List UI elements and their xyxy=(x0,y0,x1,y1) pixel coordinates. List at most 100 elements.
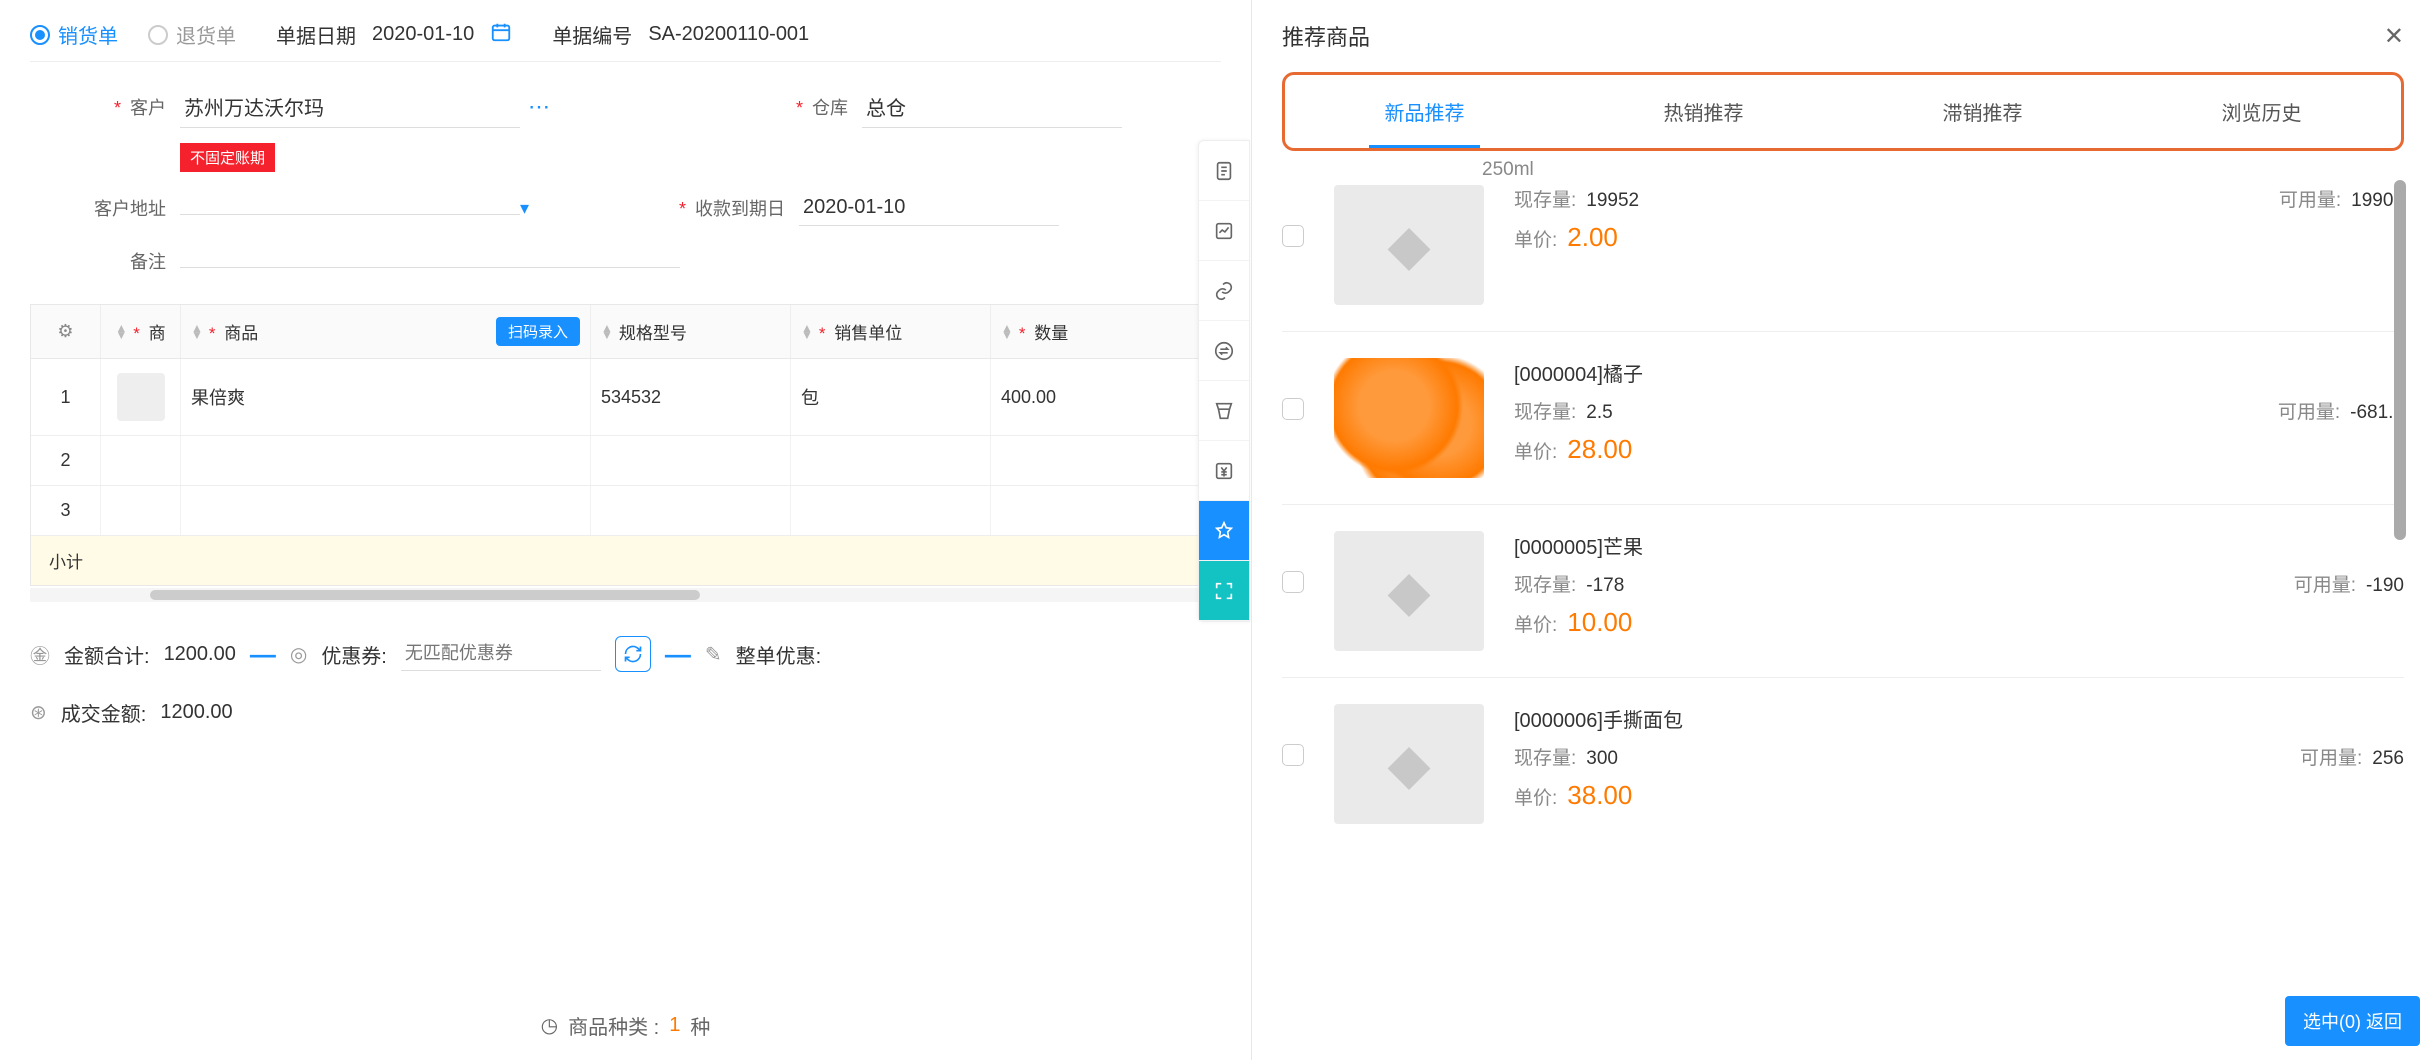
col-settings[interactable]: ⚙ xyxy=(31,305,101,358)
coupon-label: 优惠券: xyxy=(321,640,387,669)
sort-icon: ▲▼ xyxy=(191,325,203,339)
stock-value: -178 xyxy=(1586,575,1624,596)
doc-date-value[interactable]: 2020-01-10 xyxy=(372,23,474,46)
doc-header-row: 销货单 退货单 单据日期 2020-01-10 单据编号 SA-20200110… xyxy=(30,20,1221,62)
price-value: 2.00 xyxy=(1567,222,1618,252)
close-icon[interactable]: ✕ xyxy=(2384,22,2404,51)
coupon-icon: ◎ xyxy=(290,642,307,667)
discount-icon: ✎ xyxy=(705,642,722,667)
tab-hot[interactable]: 热销推荐 xyxy=(1564,75,1843,148)
rail-receive-icon[interactable] xyxy=(1199,381,1249,441)
scrollbar-thumb[interactable] xyxy=(150,590,700,600)
list-item: [0000004]橘子 现存量:2.5 可用量:-681.5 单价:28.00 xyxy=(1282,332,2404,505)
refresh-coupon-button[interactable] xyxy=(615,636,651,672)
price-value: 38.00 xyxy=(1567,780,1632,810)
product-image-placeholder: ◆ xyxy=(1334,704,1484,824)
rail-favorite-icon[interactable] xyxy=(1199,501,1249,561)
address-label: 客户地址 xyxy=(30,195,180,221)
sales-order-form: 销货单 退货单 单据日期 2020-01-10 单据编号 SA-20200110… xyxy=(0,0,1251,1060)
rail-expand-icon[interactable] xyxy=(1199,561,1249,621)
deal-value: 1200.00 xyxy=(160,701,232,724)
rail-chart-icon[interactable] xyxy=(1199,201,1249,261)
price-label: 单价: xyxy=(1514,230,1557,251)
tab-slow[interactable]: 滞销推荐 xyxy=(1843,75,2122,148)
row-qty[interactable]: 400.00 xyxy=(991,359,1131,435)
recommend-header: 推荐商品 ✕ xyxy=(1252,0,2434,72)
tab-new[interactable]: 新品推荐 xyxy=(1285,75,1564,148)
total-label: 金额合计: xyxy=(64,640,150,669)
calendar-icon[interactable] xyxy=(490,21,512,49)
col-product[interactable]: ▲▼商品扫码录入 xyxy=(181,305,591,358)
product-image-placeholder: ◆ xyxy=(1334,185,1484,305)
radio-label: 退货单 xyxy=(176,20,236,49)
deal-label: 成交金额: xyxy=(61,698,147,727)
row-index: 1 xyxy=(31,359,101,435)
dash-icon: — xyxy=(250,639,276,670)
recommend-panel: 推荐商品 ✕ 新品推荐 热销推荐 滞销推荐 浏览历史 250ml ◆ 现存量:1… xyxy=(1251,0,2434,1060)
rail-swap-icon[interactable] xyxy=(1199,321,1249,381)
price-value: 10.00 xyxy=(1567,607,1632,637)
col-spec[interactable]: ▲▼规格型号 xyxy=(591,305,791,358)
scan-entry-button[interactable]: 扫码录入 xyxy=(496,317,580,346)
item-name: [0000004]橘子 xyxy=(1514,358,2404,387)
radio-label: 销货单 xyxy=(58,20,118,49)
due-date-input[interactable]: 2020-01-10 xyxy=(799,190,1059,226)
item-checkbox[interactable] xyxy=(1282,398,1304,420)
foot-suffix: 种 xyxy=(690,1011,710,1040)
radio-icon xyxy=(148,25,168,45)
doc-no-label: 单据编号 xyxy=(552,20,632,49)
customer-lookup-icon[interactable]: ⋯ xyxy=(528,94,552,120)
row-name[interactable]: 果倍爽 xyxy=(181,359,591,435)
doc-date-block: 单据日期 2020-01-10 xyxy=(276,20,512,49)
table-row[interactable]: 1 果倍爽 534532 包 400.00 xyxy=(31,359,1220,436)
item-name: [0000005]芒果 xyxy=(1514,531,2404,560)
order-discount-label: 整单优惠: xyxy=(736,640,822,669)
col-qty[interactable]: ▲▼数量 xyxy=(991,305,1131,358)
gear-icon: ⚙ xyxy=(57,321,73,342)
remark-input[interactable] xyxy=(180,255,680,268)
col-image[interactable]: ▲▼商 xyxy=(101,305,181,358)
row-index: 2 xyxy=(31,436,101,485)
stock-value: 2.5 xyxy=(1586,402,1612,423)
item-checkbox[interactable] xyxy=(1282,225,1304,247)
table-row[interactable]: 3 xyxy=(31,486,1220,536)
row-spec[interactable]: 534532 xyxy=(591,359,791,435)
rail-currency-icon[interactable] xyxy=(1199,441,1249,501)
radio-icon xyxy=(30,25,50,45)
payment-term-badge: 不固定账期 xyxy=(180,143,275,172)
product-kind-footer: ◷ 商品种类 : 1 种 xyxy=(541,1011,711,1040)
item-checkbox[interactable] xyxy=(1282,571,1304,593)
foot-label: 商品种类 : xyxy=(568,1011,659,1040)
row-unit[interactable]: 包 xyxy=(791,359,991,435)
customer-label: 客户 xyxy=(30,94,180,120)
doc-number-block: 单据编号 SA-20200110-001 xyxy=(552,20,809,49)
col-unit[interactable]: ▲▼销售单位 xyxy=(791,305,991,358)
radio-return-order[interactable]: 退货单 xyxy=(148,20,236,49)
radio-sale-order[interactable]: 销货单 xyxy=(30,20,118,49)
vertical-scrollbar[interactable] xyxy=(2394,180,2406,540)
rail-notes-icon[interactable] xyxy=(1199,141,1249,201)
summary-area: ㊎ 金额合计: 1200.00 — ◎ 优惠券: — ✎ 整单优惠: ⊛ 成交金… xyxy=(30,636,1221,727)
recommend-list[interactable]: 250ml ◆ 现存量:19952 可用量:19903 单价:2.00 [000… xyxy=(1252,151,2434,1060)
rail-link-icon[interactable] xyxy=(1199,261,1249,321)
horizontal-scrollbar[interactable] xyxy=(30,588,1221,602)
tab-history[interactable]: 浏览历史 xyxy=(2122,75,2401,148)
recommend-tabs: 新品推荐 热销推荐 滞销推荐 浏览历史 xyxy=(1282,72,2404,151)
warehouse-input[interactable]: 总仓 xyxy=(862,86,1122,128)
grid-header: ⚙ ▲▼商 ▲▼商品扫码录入 ▲▼规格型号 ▲▼销售单位 ▲▼数量 xyxy=(31,305,1220,359)
foot-count: 1 xyxy=(669,1014,680,1037)
avail-value: -190 xyxy=(2366,575,2404,596)
customer-input[interactable]: 苏州万达沃尔玛 xyxy=(180,86,520,128)
sort-icon: ▲▼ xyxy=(601,325,613,339)
coupon-input[interactable] xyxy=(401,637,601,671)
total-value: 1200.00 xyxy=(164,643,236,666)
product-thumb-icon xyxy=(117,373,165,421)
sort-icon: ▲▼ xyxy=(115,325,127,339)
chevron-down-icon[interactable]: ▾ xyxy=(520,198,529,219)
address-select[interactable] xyxy=(180,202,520,215)
selected-return-button[interactable]: 选中(0) 返回 xyxy=(2285,996,2420,1046)
table-row[interactable]: 2 xyxy=(31,436,1220,486)
line-items-grid: ⚙ ▲▼商 ▲▼商品扫码录入 ▲▼规格型号 ▲▼销售单位 ▲▼数量 1 果倍爽 … xyxy=(30,304,1221,586)
warehouse-label: 仓库 xyxy=(712,94,862,120)
item-checkbox[interactable] xyxy=(1282,744,1304,766)
